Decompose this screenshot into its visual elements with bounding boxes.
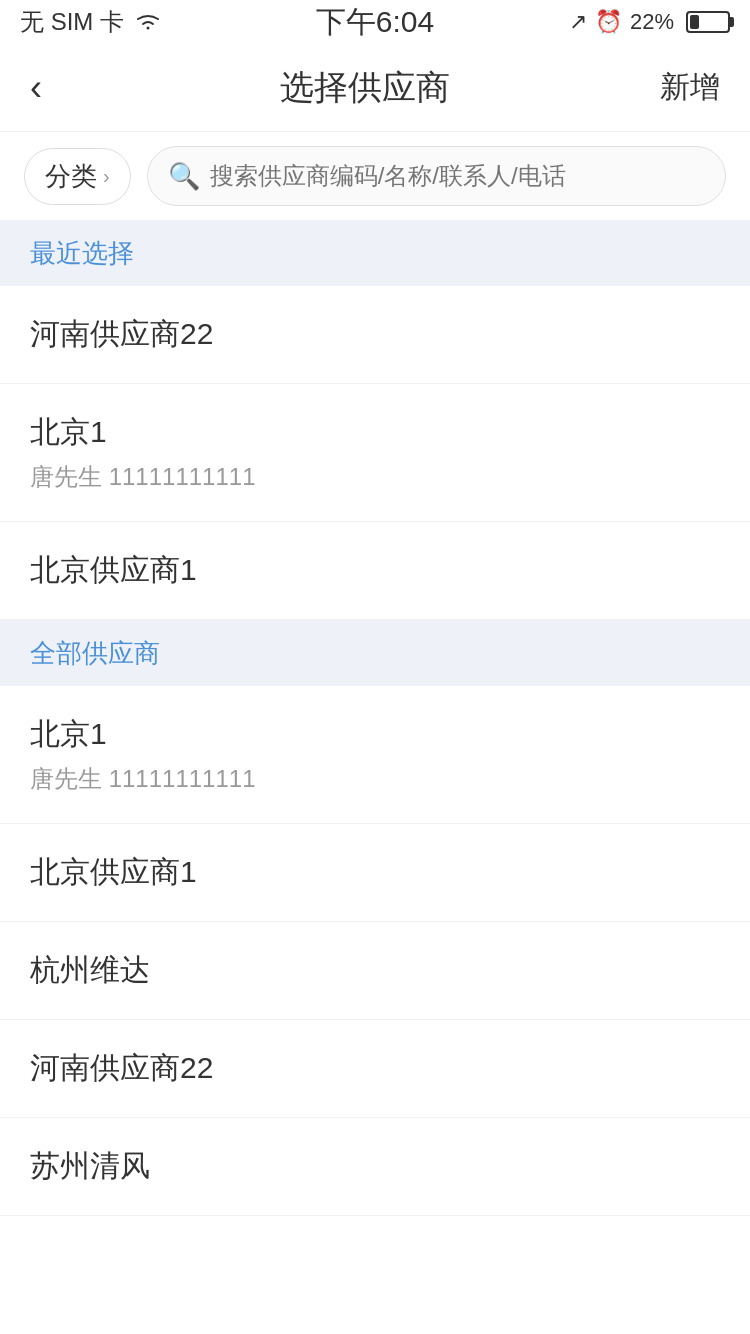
item-name: 北京供应商1 <box>30 550 720 591</box>
alarm-icon: ⏰ <box>595 9 622 35</box>
status-right: ↗ ⏰ 22% <box>569 9 730 35</box>
recent-list: 河南供应商22 北京1 唐先生 11111111111 北京供应商1 <box>0 286 750 620</box>
search-icon: 🔍 <box>168 161 200 192</box>
list-item[interactable]: 北京1 唐先生 11111111111 <box>0 686 750 824</box>
list-item[interactable]: 杭州维达 <box>0 922 750 1020</box>
item-name: 河南供应商22 <box>30 314 720 355</box>
add-button[interactable]: 新增 <box>640 67 720 108</box>
status-bar: 无 SIM 卡 下午6:04 ↗ ⏰ 22% <box>0 0 750 44</box>
list-item[interactable]: 北京1 唐先生 11111111111 <box>0 384 750 522</box>
wifi-icon <box>134 12 162 32</box>
page-title: 选择供应商 <box>280 65 450 111</box>
list-item[interactable]: 北京供应商1 <box>0 522 750 620</box>
item-sub: 唐先生 11111111111 <box>30 763 720 795</box>
status-time: 下午6:04 <box>316 2 434 43</box>
status-left: 无 SIM 卡 <box>20 6 162 38</box>
battery-icon <box>686 11 730 33</box>
item-name: 北京1 <box>30 714 720 755</box>
back-button[interactable]: ‹ <box>30 67 90 109</box>
recent-section-header: 最近选择 <box>0 220 750 286</box>
list-item[interactable]: 河南供应商22 <box>0 1020 750 1118</box>
list-item[interactable]: 苏州清风 <box>0 1118 750 1216</box>
all-section-label: 全部供应商 <box>30 636 160 671</box>
sim-text: 无 SIM 卡 <box>20 6 124 38</box>
item-name: 杭州维达 <box>30 950 720 991</box>
search-input[interactable] <box>210 162 705 190</box>
filter-bar: 分类 › 🔍 <box>0 132 750 220</box>
category-label: 分类 <box>45 159 97 194</box>
list-item[interactable]: 河南供应商22 <box>0 286 750 384</box>
recent-section-label: 最近选择 <box>30 236 134 271</box>
nav-bar: ‹ 选择供应商 新增 <box>0 44 750 132</box>
location-icon: ↗ <box>569 9 587 35</box>
battery-percent: 22% <box>630 9 674 35</box>
item-name: 苏州清风 <box>30 1146 720 1187</box>
all-section-header: 全部供应商 <box>0 620 750 686</box>
search-box[interactable]: 🔍 <box>147 146 726 206</box>
item-sub: 唐先生 11111111111 <box>30 461 720 493</box>
chevron-right-icon: › <box>103 165 110 188</box>
list-item[interactable]: 北京供应商1 <box>0 824 750 922</box>
category-button[interactable]: 分类 › <box>24 148 131 205</box>
item-name: 北京1 <box>30 412 720 453</box>
item-name: 北京供应商1 <box>30 852 720 893</box>
all-list: 北京1 唐先生 11111111111 北京供应商1 杭州维达河南供应商22 苏州清风 <box>0 686 750 1216</box>
item-name: 河南供应商22 <box>30 1048 720 1089</box>
